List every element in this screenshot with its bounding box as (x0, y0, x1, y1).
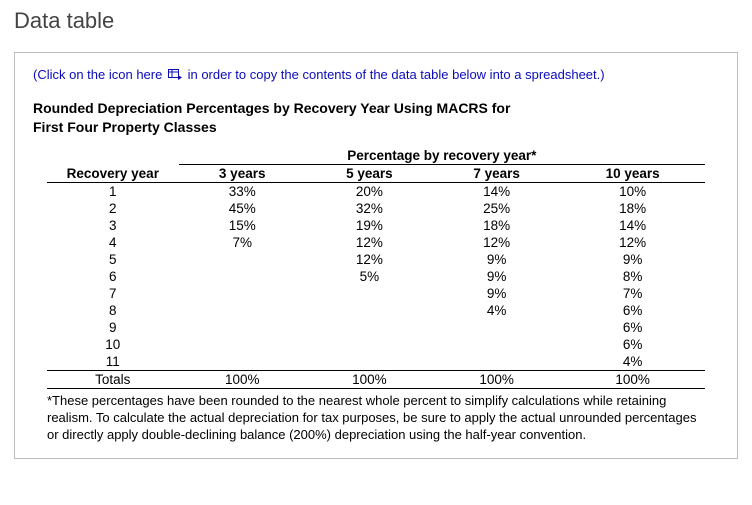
cell: 32% (306, 200, 433, 217)
subtitle-line2: First Four Property Classes (33, 119, 217, 135)
cell: 7 (47, 285, 179, 302)
page-title: Data table (14, 8, 738, 34)
cell (179, 302, 306, 319)
totals-row: Totals100%100%100%100% (47, 370, 705, 388)
col-recovery-year: Recovery year (47, 164, 179, 182)
cell: 12% (306, 251, 433, 268)
totals-3: 100% (179, 370, 306, 388)
cell: 4% (433, 302, 560, 319)
table-row: 47%12%12%12% (47, 234, 705, 251)
col-5-years: 5 years (306, 164, 433, 182)
cell: 10% (560, 182, 705, 200)
cell (179, 285, 306, 302)
cell: 19% (306, 217, 433, 234)
table-row: 7 9%7% (47, 285, 705, 302)
table-row: 11 4% (47, 353, 705, 371)
cell: 12% (560, 234, 705, 251)
cell: 12% (433, 234, 560, 251)
table-row: 315%19%18%14% (47, 217, 705, 234)
cell: 6% (560, 302, 705, 319)
cell: 20% (306, 182, 433, 200)
table-row: 8 4%6% (47, 302, 705, 319)
instruction-post: in order to copy the contents of the dat… (188, 67, 605, 82)
cell: 15% (179, 217, 306, 234)
cell: 7% (560, 285, 705, 302)
cell: 33% (179, 182, 306, 200)
table-row: 245%32%25%18% (47, 200, 705, 217)
cell: 14% (433, 182, 560, 200)
totals-7: 100% (433, 370, 560, 388)
cell: 45% (179, 200, 306, 217)
cell: 14% (560, 217, 705, 234)
cell: 10 (47, 336, 179, 353)
cell: 9% (433, 268, 560, 285)
totals-5: 100% (306, 370, 433, 388)
cell: 9 (47, 319, 179, 336)
col-3-years: 3 years (179, 164, 306, 182)
cell: 18% (433, 217, 560, 234)
group-header: Percentage by recovery year* (179, 147, 705, 165)
cell (433, 336, 560, 353)
table-row: 10 6% (47, 336, 705, 353)
copy-to-spreadsheet-icon[interactable] (168, 68, 182, 83)
copy-instruction: (Click on the icon here in order to copy… (33, 67, 719, 83)
cell: 5% (306, 268, 433, 285)
cell: 4 (47, 234, 179, 251)
table-row: 512%9%9% (47, 251, 705, 268)
cell (179, 319, 306, 336)
cell: 4% (560, 353, 705, 371)
col-7-years: 7 years (433, 164, 560, 182)
table-row: 133%20%14%10% (47, 182, 705, 200)
cell: 8 (47, 302, 179, 319)
totals-10: 100% (560, 370, 705, 388)
totals-label: Totals (47, 370, 179, 388)
cell (306, 302, 433, 319)
instruction-pre: (Click on the icon here (33, 67, 162, 82)
cell (179, 268, 306, 285)
cell: 11 (47, 353, 179, 371)
table-row: 9 6% (47, 319, 705, 336)
macrs-table: Percentage by recovery year* Recovery ye… (47, 147, 705, 389)
cell (433, 319, 560, 336)
col-10-years: 10 years (560, 164, 705, 182)
cell (179, 353, 306, 371)
cell: 5 (47, 251, 179, 268)
cell: 6 (47, 268, 179, 285)
cell: 9% (433, 251, 560, 268)
cell (179, 251, 306, 268)
cell: 9% (560, 251, 705, 268)
table-subtitle: Rounded Depreciation Percentages by Reco… (33, 99, 719, 137)
cell: 25% (433, 200, 560, 217)
cell: 6% (560, 336, 705, 353)
cell (306, 319, 433, 336)
cell: 7% (179, 234, 306, 251)
table-row: 6 5%9%8% (47, 268, 705, 285)
cell (306, 285, 433, 302)
cell (433, 353, 560, 371)
cell: 9% (433, 285, 560, 302)
cell: 12% (306, 234, 433, 251)
cell: 18% (560, 200, 705, 217)
cell (306, 336, 433, 353)
cell: 6% (560, 319, 705, 336)
data-table-panel: (Click on the icon here in order to copy… (14, 52, 738, 459)
footnote: *These percentages have been rounded to … (33, 393, 719, 444)
cell (306, 353, 433, 371)
cell: 8% (560, 268, 705, 285)
cell: 2 (47, 200, 179, 217)
cell: 1 (47, 182, 179, 200)
cell: 3 (47, 217, 179, 234)
subtitle-line1: Rounded Depreciation Percentages by Reco… (33, 100, 510, 116)
cell (179, 336, 306, 353)
